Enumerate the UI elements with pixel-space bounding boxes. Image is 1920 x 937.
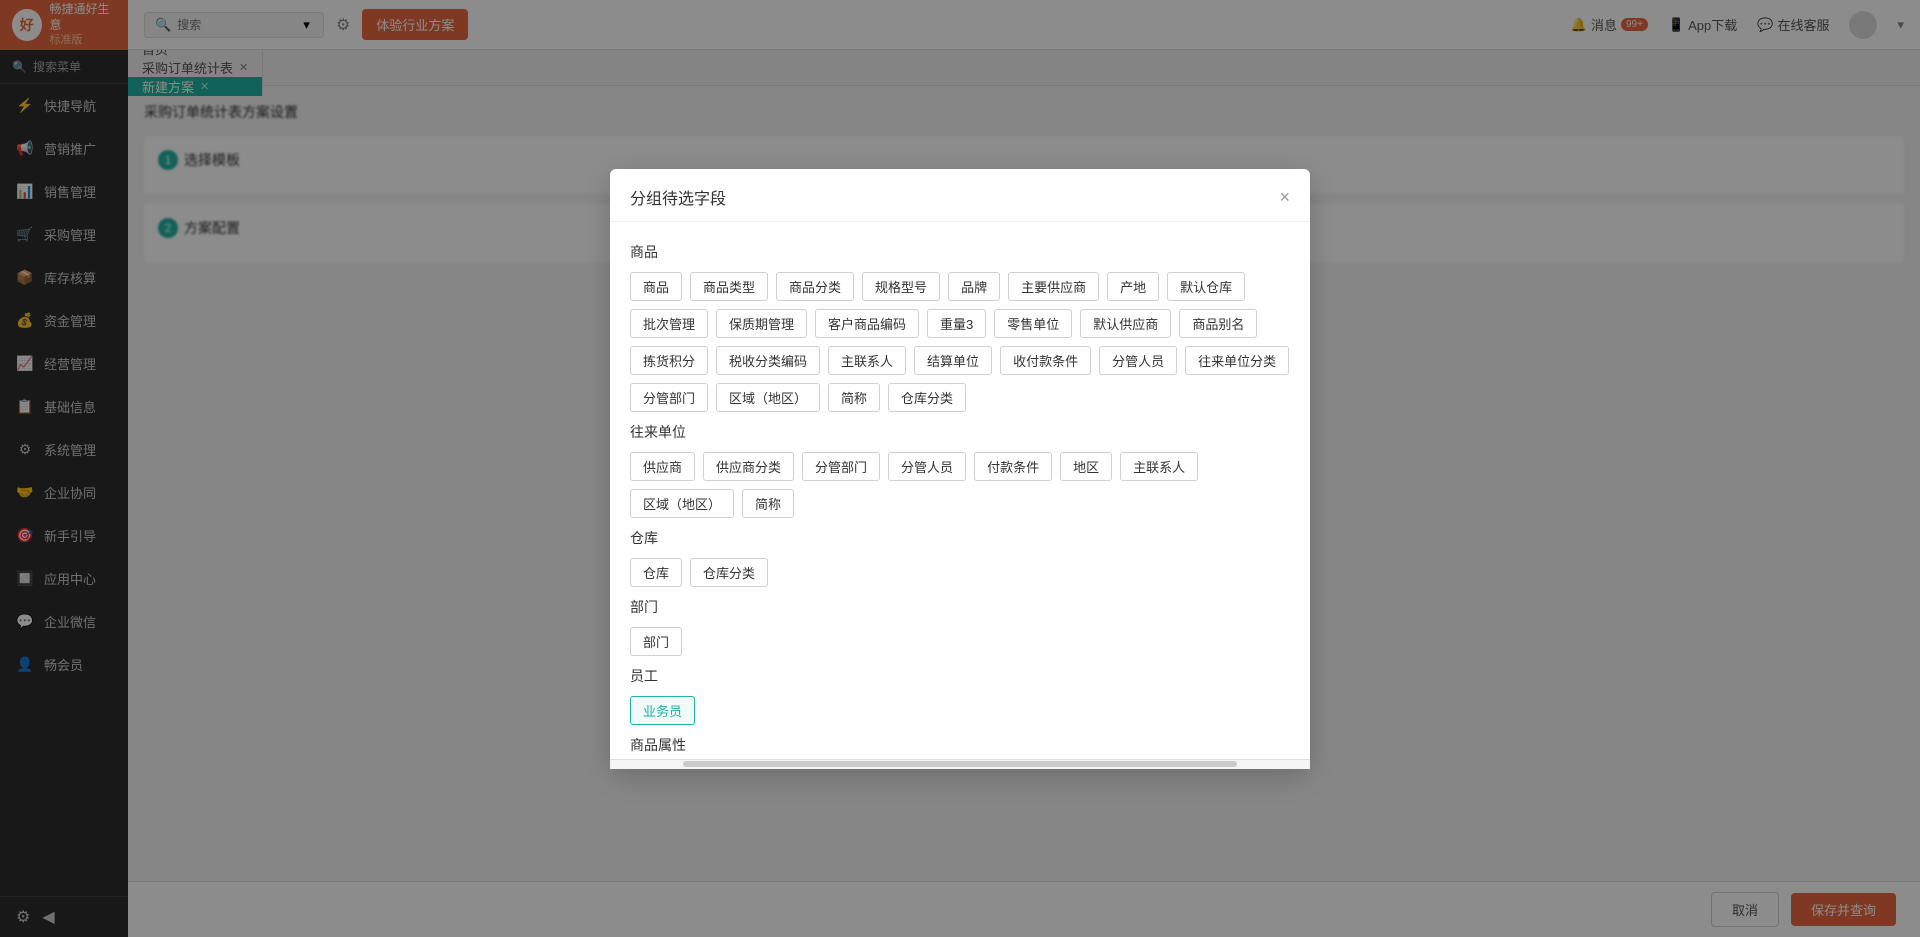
tag-product-5[interactable]: 主要供应商 (1008, 272, 1099, 301)
tag-product-3[interactable]: 规格型号 (862, 272, 940, 301)
tag-partner-2[interactable]: 分管部门 (802, 452, 880, 481)
tag-product-22[interactable]: 分管部门 (630, 383, 708, 412)
tag-partner-1[interactable]: 供应商分类 (703, 452, 794, 481)
section-employee: 员工业务员 (630, 666, 1290, 725)
tag-product-17[interactable]: 主联系人 (828, 346, 906, 375)
modal-header: 分组待选字段 × (610, 169, 1310, 222)
tag-product-0[interactable]: 商品 (630, 272, 682, 301)
section-label-partner: 往来单位 (630, 422, 1290, 442)
section-label-employee: 员工 (630, 666, 1290, 686)
tag-product-1[interactable]: 商品类型 (690, 272, 768, 301)
tag-product-9[interactable]: 保质期管理 (716, 309, 807, 338)
section-department: 部门部门 (630, 597, 1290, 656)
section-warehouse: 仓库仓库仓库分类 (630, 528, 1290, 587)
tags-row-partner: 供应商供应商分类分管部门分管人员付款条件地区主联系人区域（地区） 简称 (630, 452, 1290, 518)
tag-partner-0[interactable]: 供应商 (630, 452, 695, 481)
tag-product-6[interactable]: 产地 (1107, 272, 1159, 301)
tag-product-21[interactable]: 往来单位分类 (1185, 346, 1289, 375)
modal-horizontal-scrollbar[interactable] (610, 759, 1310, 769)
tag-product-14[interactable]: 商品别名 (1179, 309, 1257, 338)
section-label-product: 商品 (630, 242, 1290, 262)
tag-employee-0[interactable]: 业务员 (630, 696, 695, 725)
tag-product-20[interactable]: 分管人员 (1099, 346, 1177, 375)
tags-row-warehouse: 仓库仓库分类 (630, 558, 1290, 587)
tag-product-11[interactable]: 重量3 (927, 309, 986, 338)
modal-close-button[interactable]: × (1279, 188, 1290, 206)
modal-dialog: 分组待选字段 × 商品商品商品类型商品分类规格型号品牌主要供应商产地默认仓库批次… (610, 169, 1310, 769)
section-label-department: 部门 (630, 597, 1290, 617)
tag-partner-3[interactable]: 分管人员 (888, 452, 966, 481)
tag-product-10[interactable]: 客户商品编码 (815, 309, 919, 338)
tag-department-0[interactable]: 部门 (630, 627, 682, 656)
tag-partner-4[interactable]: 付款条件 (974, 452, 1052, 481)
tag-partner-6[interactable]: 主联系人 (1120, 452, 1198, 481)
tag-product-15[interactable]: 拣货积分 (630, 346, 708, 375)
section-product_attr: 商品属性属性颜色多规格尺码鞋码1 (630, 735, 1290, 759)
section-label-warehouse: 仓库 (630, 528, 1290, 548)
tag-partner-7[interactable]: 区域（地区） (630, 489, 734, 518)
tag-warehouse-0[interactable]: 仓库 (630, 558, 682, 587)
modal-hscroll-bar (683, 761, 1237, 767)
section-partner: 往来单位供应商供应商分类分管部门分管人员付款条件地区主联系人区域（地区） 简称 (630, 422, 1290, 518)
tag-product-16[interactable]: 税收分类编码 (716, 346, 820, 375)
tag-product-8[interactable]: 批次管理 (630, 309, 708, 338)
tags-row-employee: 业务员 (630, 696, 1290, 725)
section-label-product_attr: 商品属性 (630, 735, 1290, 755)
tag-partner-5[interactable]: 地区 (1060, 452, 1112, 481)
tag-product-23[interactable]: 区域（地区） (716, 383, 820, 412)
tags-row-product: 商品商品类型商品分类规格型号品牌主要供应商产地默认仓库批次管理保质期管理客户商品… (630, 272, 1290, 412)
tag-warehouse-1[interactable]: 仓库分类 (690, 558, 768, 587)
tags-row-department: 部门 (630, 627, 1290, 656)
modal-title: 分组待选字段 (630, 185, 726, 209)
tag-product-18[interactable]: 结算单位 (914, 346, 992, 375)
tag-product-25[interactable]: 仓库分类 (888, 383, 966, 412)
tag-product-24[interactable]: 简称 (828, 383, 880, 412)
modal-body: 商品商品商品类型商品分类规格型号品牌主要供应商产地默认仓库批次管理保质期管理客户… (610, 222, 1310, 759)
tag-product-19[interactable]: 收付款条件 (1000, 346, 1091, 375)
tag-product-13[interactable]: 默认供应商 (1080, 309, 1171, 338)
tag-product-7[interactable]: 默认仓库 (1167, 272, 1245, 301)
tag-product-4[interactable]: 品牌 (948, 272, 1000, 301)
tag-product-2[interactable]: 商品分类 (776, 272, 854, 301)
tag-product-12[interactable]: 零售单位 (994, 309, 1072, 338)
section-product: 商品商品商品类型商品分类规格型号品牌主要供应商产地默认仓库批次管理保质期管理客户… (630, 242, 1290, 412)
tag-partner-8[interactable]: 简称 (742, 489, 794, 518)
